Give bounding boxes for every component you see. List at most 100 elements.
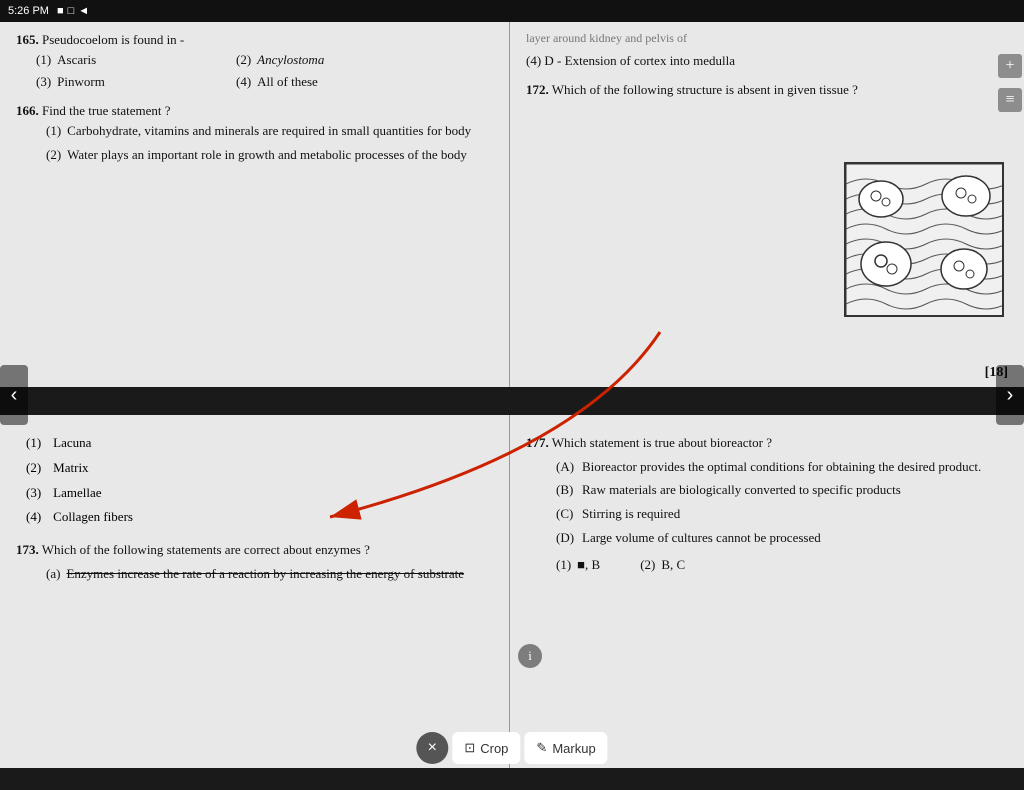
- q166-opt1-num: (1): [46, 121, 61, 142]
- q173-options: (a) Enzymes increase the rate of a react…: [46, 564, 493, 585]
- close-button[interactable]: ×: [416, 732, 448, 764]
- q165-opt3-num: (3): [36, 72, 51, 93]
- q177-options: (A) Bioreactor provides the optimal cond…: [556, 457, 1008, 576]
- q4-partial: (4) D - Extension of cortex into medulla: [526, 51, 1008, 71]
- q165-opt2-text: Ancylostoma: [257, 50, 324, 71]
- q165-opt-4: (4) All of these: [236, 72, 396, 93]
- right-panel-plus-icon[interactable]: +: [998, 54, 1022, 78]
- question-177: 177. Which statement is true about biore…: [526, 433, 1008, 575]
- lower-opt2-num: (2): [26, 458, 41, 479]
- close-icon: ×: [428, 739, 437, 757]
- lower-opt-1-row: (1) Lacuna: [26, 433, 493, 454]
- lower-opt-4-row: (4) Collagen fibers: [26, 507, 493, 528]
- q177-optB-row: (B) Raw materials are biologically conve…: [556, 480, 1008, 501]
- lower-opt1-num: (1): [26, 433, 41, 454]
- lower-opt1-text: Lacuna: [53, 433, 91, 454]
- q177-optD-num: (D): [556, 528, 576, 549]
- q165-opt1-num: (1): [36, 50, 51, 71]
- q165-opt-1: (1) Ascaris: [36, 50, 196, 71]
- lower-opt-2-row: (2) Matrix: [26, 458, 493, 479]
- q165-number: 165.: [16, 32, 39, 47]
- q177-optA-row: (A) Bioreactor provides the optimal cond…: [556, 457, 1008, 478]
- q177-ans1-text: ■, B: [577, 555, 600, 576]
- q4-num: (4): [526, 53, 541, 68]
- q177-ans1-num: (1): [556, 555, 571, 576]
- lower-opt3-num: (3): [26, 483, 41, 504]
- q166-options: (1) Carbohydrate, vitamins and minerals …: [46, 121, 493, 167]
- nav-left-button[interactable]: ‹: [0, 365, 28, 425]
- lower-opt2-text: Matrix: [53, 458, 88, 479]
- tissue-diagram: [844, 162, 1004, 317]
- q166-number: 166.: [16, 103, 39, 118]
- q165-opt3-text: Pinworm: [57, 72, 105, 93]
- status-bar: 5:26 PM ■ □ ◄: [0, 0, 1024, 22]
- main-content: 165. Pseudocoelom is found in - (1) Asca…: [0, 22, 1024, 768]
- q177-optC-num: (C): [556, 504, 576, 525]
- q177-ans-1: (1) ■, B: [556, 555, 600, 576]
- markup-icon: ✎: [536, 740, 547, 756]
- q166-opt2-num: (2): [46, 145, 61, 166]
- status-icon-3: ◄: [78, 5, 89, 17]
- q165-text: Pseudocoelom is found in -: [42, 32, 184, 47]
- tissue-svg: [846, 164, 1004, 317]
- upper-section: 165. Pseudocoelom is found in - (1) Asca…: [0, 22, 1024, 387]
- q177-optA-text: Bioreactor provides the optimal conditio…: [582, 457, 981, 478]
- lower-opt4-text: Collagen fibers: [53, 507, 133, 528]
- question-165: 165. Pseudocoelom is found in - (1) Asca…: [16, 30, 493, 93]
- q173-number: 173.: [16, 542, 39, 557]
- q166-opt-1-row: (1) Carbohydrate, vitamins and minerals …: [46, 121, 493, 142]
- q177-text: Which statement is true about bioreactor…: [552, 435, 772, 450]
- lower-opt-3-row: (3) Lamellae: [26, 483, 493, 504]
- q166-opt2-text: Water plays an important role in growth …: [67, 145, 467, 166]
- crop-icon: ⊡: [464, 740, 475, 756]
- q165-option-row-1: (1) Ascaris (2) Ancylostoma: [36, 50, 493, 71]
- q172-number: 172.: [526, 82, 549, 97]
- question-166: 166. Find the true statement ? (1) Carbo…: [16, 101, 493, 166]
- lower-left-panel: (1) Lacuna (2) Matrix (3) Lamellae (4) C…: [0, 415, 510, 768]
- right-panel-grid-icon[interactable]: ≡: [998, 88, 1022, 112]
- status-icons: ■ □ ◄: [57, 5, 89, 17]
- q177-number: 177.: [526, 435, 549, 450]
- nav-right-icon: ›: [1007, 384, 1014, 407]
- bottom-toolbar: × ⊡ Crop ✎ Markup: [416, 732, 607, 768]
- q165-opt4-num: (4): [236, 72, 251, 93]
- q165-opt4-text: All of these: [257, 72, 318, 93]
- lower-right-panel: 177. Which statement is true about biore…: [510, 415, 1024, 768]
- markup-label: Markup: [552, 741, 595, 756]
- nav-left-icon: ‹: [11, 384, 18, 407]
- q177-answer-row: (1) ■, B (2) B, C: [556, 555, 1008, 576]
- q4-text: D - Extension of cortex into medulla: [544, 53, 735, 68]
- lower-section: (1) Lacuna (2) Matrix (3) Lamellae (4) C…: [0, 415, 1024, 768]
- q173-opta-text: Enzymes increase the rate of a reaction …: [66, 564, 464, 585]
- crop-button[interactable]: ⊡ Crop: [452, 732, 520, 764]
- q177-optB-text: Raw materials are biologically converted…: [582, 480, 901, 501]
- status-icon-2: □: [68, 5, 75, 17]
- q173-text: Which of the following statements are co…: [42, 542, 370, 557]
- q172-text: Which of the following structure is abse…: [552, 82, 858, 97]
- q165-opt2-num: (2): [236, 50, 251, 71]
- markup-button[interactable]: ✎ Markup: [524, 732, 607, 764]
- q165-opt1-text: Ascaris: [57, 50, 96, 71]
- q177-optA-num: (A): [556, 457, 576, 478]
- partial-top-text: layer around kidney and pelvis of: [526, 30, 1008, 47]
- upper-right-panel: layer around kidney and pelvis of (4) D …: [510, 22, 1024, 387]
- q177-optD-text: Large volume of cultures cannot be proce…: [582, 528, 821, 549]
- upper-left-panel: 165. Pseudocoelom is found in - (1) Asca…: [0, 22, 510, 387]
- q173-opt-a-row: (a) Enzymes increase the rate of a react…: [46, 564, 493, 585]
- status-icon-1: ■: [57, 5, 64, 17]
- info-button[interactable]: i: [518, 644, 542, 668]
- q165-options: (1) Ascaris (2) Ancylostoma (3) Pinworm: [36, 50, 493, 94]
- question-172: 172. Which of the following structure is…: [526, 80, 1008, 100]
- q166-opt1-text: Carbohydrate, vitamins and minerals are …: [67, 121, 471, 142]
- q166-text: Find the true statement ?: [42, 103, 171, 118]
- q177-ans2-num: (2): [640, 555, 655, 576]
- q177-ans-2: (2) B, C: [640, 555, 685, 576]
- section-divider: [0, 387, 1024, 415]
- lower-opt3-text: Lamellae: [53, 483, 101, 504]
- crop-label: Crop: [480, 741, 508, 756]
- nav-right-button[interactable]: ›: [996, 365, 1024, 425]
- q166-opt-2-row: (2) Water plays an important role in gro…: [46, 145, 493, 166]
- q165-opt-2: (2) Ancylostoma: [236, 50, 396, 71]
- q165-opt-3: (3) Pinworm: [36, 72, 196, 93]
- q177-optD-row: (D) Large volume of cultures cannot be p…: [556, 528, 1008, 549]
